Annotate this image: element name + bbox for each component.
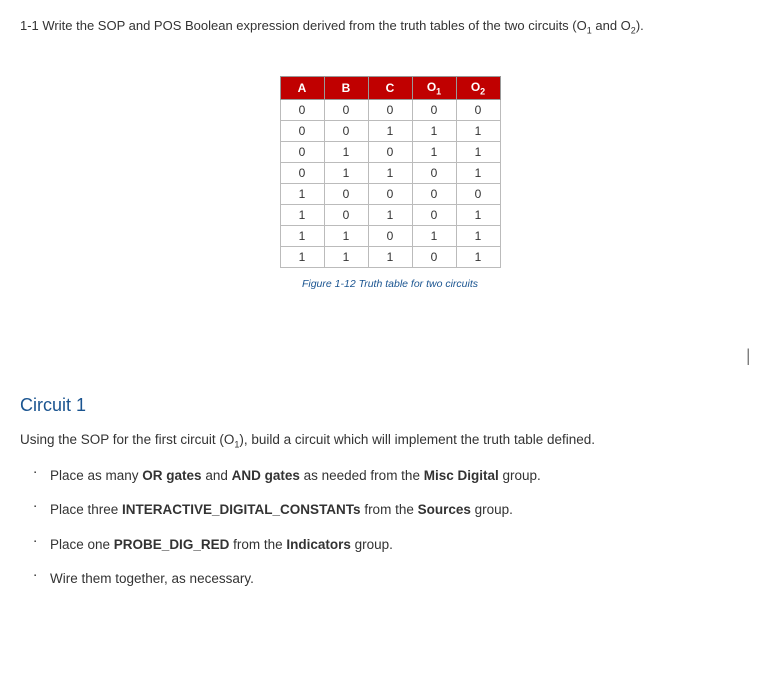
table-cell: 1 bbox=[280, 183, 324, 204]
table-cell: 0 bbox=[368, 141, 412, 162]
table-cell: 0 bbox=[280, 141, 324, 162]
truth-table-container: A B C O1 O2 0000000111010110110110000101… bbox=[20, 76, 760, 290]
table-cell: 1 bbox=[412, 141, 456, 162]
table-row: 11011 bbox=[280, 225, 500, 246]
table-cell: 0 bbox=[456, 99, 500, 120]
table-cell: 0 bbox=[412, 99, 456, 120]
table-row: 10000 bbox=[280, 183, 500, 204]
table-cell: 0 bbox=[280, 162, 324, 183]
table-cell: 1 bbox=[324, 162, 368, 183]
table-row: 00111 bbox=[280, 120, 500, 141]
table-cell: 0 bbox=[324, 99, 368, 120]
truth-table: A B C O1 O2 0000000111010110110110000101… bbox=[280, 76, 501, 268]
table-cell: 0 bbox=[368, 99, 412, 120]
q-mid: and O bbox=[592, 18, 631, 33]
table-cell: 1 bbox=[456, 141, 500, 162]
table-row: 01101 bbox=[280, 162, 500, 183]
table-cell: 0 bbox=[324, 120, 368, 141]
table-cell: 0 bbox=[324, 204, 368, 225]
table-header-row: A B C O1 O2 bbox=[280, 76, 500, 99]
circuit-heading: Circuit 1 bbox=[20, 395, 760, 416]
table-cell: 0 bbox=[368, 183, 412, 204]
table-caption: Figure 1-12 Truth table for two circuits bbox=[302, 278, 478, 290]
table-cell: 1 bbox=[368, 246, 412, 267]
instruction-list: Place as many OR gates and AND gates as … bbox=[20, 466, 760, 589]
table-cell: 1 bbox=[280, 225, 324, 246]
table-cell: 1 bbox=[456, 225, 500, 246]
table-cell: 1 bbox=[456, 246, 500, 267]
circuit-intro: Using the SOP for the first circuit (O1)… bbox=[20, 430, 760, 452]
table-cell: 0 bbox=[412, 183, 456, 204]
table-cell: 1 bbox=[412, 120, 456, 141]
table-body: 0000000111010110110110000101011101111101 bbox=[280, 99, 500, 267]
th-o1: O1 bbox=[412, 76, 456, 99]
table-cell: 1 bbox=[368, 204, 412, 225]
table-cell: 1 bbox=[368, 120, 412, 141]
table-cell: 0 bbox=[412, 204, 456, 225]
th-b: B bbox=[324, 76, 368, 99]
th-c: C bbox=[368, 76, 412, 99]
table-cell: 1 bbox=[324, 246, 368, 267]
table-cell: 1 bbox=[324, 225, 368, 246]
table-cell: 1 bbox=[412, 225, 456, 246]
table-cell: 1 bbox=[280, 246, 324, 267]
question-text: 1-1 Write the SOP and POS Boolean expres… bbox=[20, 18, 760, 36]
table-cell: 1 bbox=[456, 162, 500, 183]
th-o2: O2 bbox=[456, 76, 500, 99]
q-before: 1-1 Write the SOP and POS Boolean expres… bbox=[20, 18, 587, 33]
table-cell: 1 bbox=[280, 204, 324, 225]
table-row: 00000 bbox=[280, 99, 500, 120]
table-cell: 1 bbox=[368, 162, 412, 183]
table-cell: 0 bbox=[368, 225, 412, 246]
table-cell: 0 bbox=[280, 99, 324, 120]
table-cell: 1 bbox=[456, 120, 500, 141]
table-row: 11101 bbox=[280, 246, 500, 267]
table-cell: 0 bbox=[280, 120, 324, 141]
table-cell: 0 bbox=[456, 183, 500, 204]
table-cell: 0 bbox=[324, 183, 368, 204]
table-cell: 1 bbox=[456, 204, 500, 225]
th-a: A bbox=[280, 76, 324, 99]
table-cell: 1 bbox=[324, 141, 368, 162]
list-item: Place three INTERACTIVE_DIGITAL_CONSTANT… bbox=[38, 500, 760, 520]
table-cell: 0 bbox=[412, 162, 456, 183]
list-item: Wire them together, as necessary. bbox=[38, 569, 760, 589]
table-cell: 0 bbox=[412, 246, 456, 267]
table-row: 01011 bbox=[280, 141, 500, 162]
q-after: ). bbox=[636, 18, 644, 33]
list-item: Place one PROBE_DIG_RED from the Indicat… bbox=[38, 535, 760, 555]
list-item: Place as many OR gates and AND gates as … bbox=[38, 466, 760, 486]
table-row: 10101 bbox=[280, 204, 500, 225]
text-cursor: | bbox=[746, 345, 750, 366]
